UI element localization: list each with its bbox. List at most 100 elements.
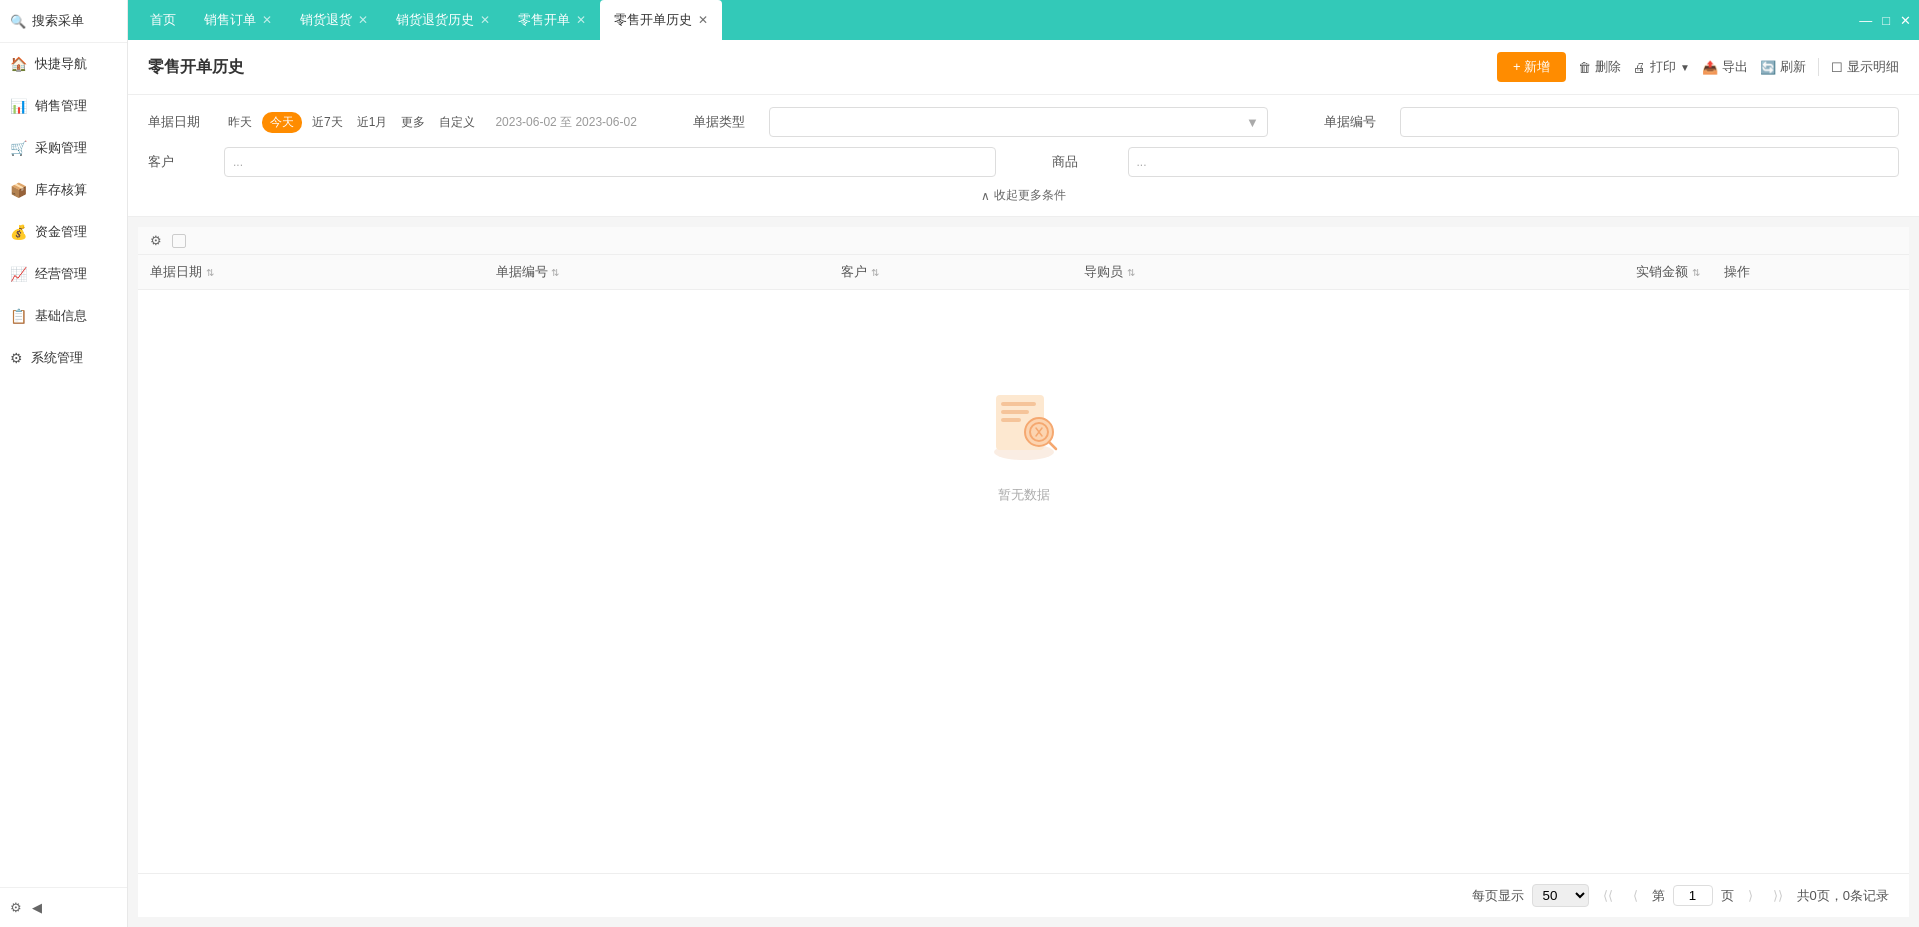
display-detail-button[interactable]: ☐ 显示明细 (1831, 58, 1899, 76)
tab-close-icon[interactable]: ✕ (480, 13, 490, 27)
date-btn-today[interactable]: 今天 (262, 112, 302, 133)
sidebar-item-finance[interactable]: 💰 资金管理 (0, 211, 127, 253)
page-suffix: 页 (1721, 887, 1734, 905)
print-button[interactable]: 🖨 打印 ▼ (1633, 58, 1690, 76)
tab-sales-order[interactable]: 销售订单 ✕ (190, 0, 286, 40)
sidebar-item-system-mgmt[interactable]: ⚙ 系统管理 (0, 337, 127, 379)
window-maximize-btn[interactable]: □ (1882, 13, 1890, 28)
number-filter-label: 单据编号 (1324, 113, 1384, 131)
date-filter-label: 单据日期 (148, 113, 208, 131)
sidebar-item-inventory[interactable]: 📦 库存核算 (0, 169, 127, 211)
tab-home[interactable]: 首页 (136, 0, 190, 40)
collapse-icon: ∧ (981, 189, 990, 203)
tab-close-icon[interactable]: ✕ (358, 13, 368, 27)
sort-icon: ⇅ (551, 267, 559, 278)
per-page-label: 每页显示 (1472, 887, 1524, 905)
add-button[interactable]: + 新增 (1497, 52, 1566, 82)
customer-filter-input[interactable]: ... (224, 147, 996, 177)
product-filter-label: 商品 (1052, 153, 1112, 171)
sidebar-collapse-btn[interactable]: ◀ (32, 900, 42, 915)
sort-icon: ⇅ (871, 267, 879, 278)
tab-sales-return[interactable]: 销货退货 ✕ (286, 0, 382, 40)
number-filter-input[interactable] (1400, 107, 1899, 137)
svg-rect-4 (1001, 418, 1021, 422)
next-page-btn[interactable]: ⟩ (1742, 886, 1759, 905)
table-header-row: 单据日期 ⇅ 单据编号 ⇅ 客户 ⇅ 导购员 (138, 255, 1909, 290)
export-label: 导出 (1722, 58, 1748, 76)
home-icon: 🏠 (10, 56, 27, 72)
table-toolbar: ⚙ (138, 227, 1909, 255)
tab-label: 零售开单 (518, 11, 570, 29)
tab-sales-return-history[interactable]: 销货退货历史 ✕ (382, 0, 504, 40)
col-amount[interactable]: 实销金额 ⇅ (1366, 255, 1712, 290)
tab-close-icon[interactable]: ✕ (262, 13, 272, 27)
delete-button[interactable]: 🗑 删除 (1578, 58, 1621, 76)
table-checkbox[interactable] (172, 234, 186, 248)
sort-icon: ⇅ (1127, 267, 1135, 278)
money-icon: 💰 (10, 224, 27, 240)
col-customer[interactable]: 客户 ⇅ (829, 255, 1072, 290)
first-page-btn[interactable]: ⟨⟨ (1597, 886, 1619, 905)
sidebar: 🔍 搜索采单 🏠 快捷导航 📊 销售管理 🛒 采购管理 📦 库存核算 💰 资金管… (0, 0, 128, 927)
pagination-bar: 每页显示 50 10 20 100 ⟨⟨ ⟨ 第 页 ⟩ ⟩⟩ 共0页，0条记录 (138, 873, 1909, 917)
sidebar-item-operations[interactable]: 📈 经营管理 (0, 253, 127, 295)
col-number[interactable]: 单据编号 ⇅ (484, 255, 830, 290)
tab-label: 销货退货历史 (396, 11, 474, 29)
table-settings-icon[interactable]: ⚙ (150, 233, 162, 248)
date-btn-yesterday[interactable]: 昨天 (224, 112, 256, 133)
customer-placeholder: ... (233, 155, 243, 169)
print-icon: 🖨 (1633, 60, 1646, 75)
type-filter-select[interactable]: ▼ (769, 107, 1268, 137)
sidebar-item-label: 采购管理 (35, 139, 87, 157)
sidebar-search[interactable]: 🔍 搜索采单 (0, 0, 127, 43)
data-table: 单据日期 ⇅ 单据编号 ⇅ 客户 ⇅ 导购员 (138, 255, 1909, 290)
date-btn-custom[interactable]: 自定义 (435, 112, 479, 133)
prev-page-btn[interactable]: ⟨ (1627, 886, 1644, 905)
date-btn-1month[interactable]: 近1月 (353, 112, 392, 133)
date-filter-buttons: 昨天 今天 近7天 近1月 更多 自定义 (224, 112, 479, 133)
window-controls: — □ ✕ (1859, 13, 1911, 28)
last-page-btn[interactable]: ⟩⟩ (1767, 886, 1789, 905)
export-button[interactable]: 📤 导出 (1702, 58, 1748, 76)
window-minimize-btn[interactable]: — (1859, 13, 1872, 28)
tab-close-icon[interactable]: ✕ (576, 13, 586, 27)
tab-label: 销货退货 (300, 11, 352, 29)
sidebar-item-sales-mgmt[interactable]: 📊 销售管理 (0, 85, 127, 127)
main-content: 首页 销售订单 ✕ 销货退货 ✕ 销货退货历史 ✕ 零售开单 ✕ 零售开单历史 … (128, 0, 1919, 927)
tab-retail-open[interactable]: 零售开单 ✕ (504, 0, 600, 40)
customer-filter-label: 客户 (148, 153, 208, 171)
date-btn-more[interactable]: 更多 (397, 112, 429, 133)
window-close-btn[interactable]: ✕ (1900, 13, 1911, 28)
filter-row-2: 客户 ... 商品 ... (148, 147, 1899, 177)
date-btn-7days[interactable]: 近7天 (308, 112, 347, 133)
sidebar-item-label: 快捷导航 (35, 55, 87, 73)
empty-illustration (974, 370, 1074, 470)
sidebar-search-label: 搜索采单 (32, 12, 84, 30)
refresh-label: 刷新 (1780, 58, 1806, 76)
refresh-button[interactable]: 🔄 刷新 (1760, 58, 1806, 76)
sidebar-item-label: 系统管理 (31, 349, 83, 367)
sidebar-settings-btn[interactable]: ⚙ (10, 900, 22, 915)
sidebar-item-quick-nav[interactable]: 🏠 快捷导航 (0, 43, 127, 85)
checkbox-icon: ☐ (1831, 60, 1843, 75)
toolbar-divider (1818, 58, 1819, 76)
tab-retail-open-history[interactable]: 零售开单历史 ✕ (600, 0, 722, 40)
filter-area: 单据日期 昨天 今天 近7天 近1月 更多 自定义 2023-06-02 至 2… (128, 95, 1919, 217)
sidebar-item-basic-info[interactable]: 📋 基础信息 (0, 295, 127, 337)
col-guide[interactable]: 导购员 ⇅ (1072, 255, 1366, 290)
sidebar-item-purchase-mgmt[interactable]: 🛒 采购管理 (0, 127, 127, 169)
col-date[interactable]: 单据日期 ⇅ (138, 255, 484, 290)
content-body: ⚙ 单据日期 ⇅ 单据编号 ⇅ (128, 217, 1919, 927)
toolbar: + 新增 🗑 删除 🖨 打印 ▼ 📤 导出 🔄 刷新 ☐ 显示明细 (1497, 52, 1899, 82)
delete-icon: 🗑 (1578, 60, 1591, 75)
tab-close-icon[interactable]: ✕ (698, 13, 708, 27)
sidebar-item-label: 经营管理 (35, 265, 87, 283)
current-page-input[interactable] (1673, 885, 1713, 906)
product-filter-input[interactable]: ... (1128, 147, 1900, 177)
collapse-label: 收起更多条件 (994, 187, 1066, 204)
table-area: ⚙ 单据日期 ⇅ 单据编号 ⇅ (138, 227, 1909, 873)
collapse-conditions-btn[interactable]: ∧ 收起更多条件 (148, 187, 1899, 204)
sidebar-footer: ⚙ ◀ (0, 887, 127, 927)
tab-label: 首页 (150, 11, 176, 29)
per-page-select[interactable]: 50 10 20 100 (1532, 884, 1589, 907)
